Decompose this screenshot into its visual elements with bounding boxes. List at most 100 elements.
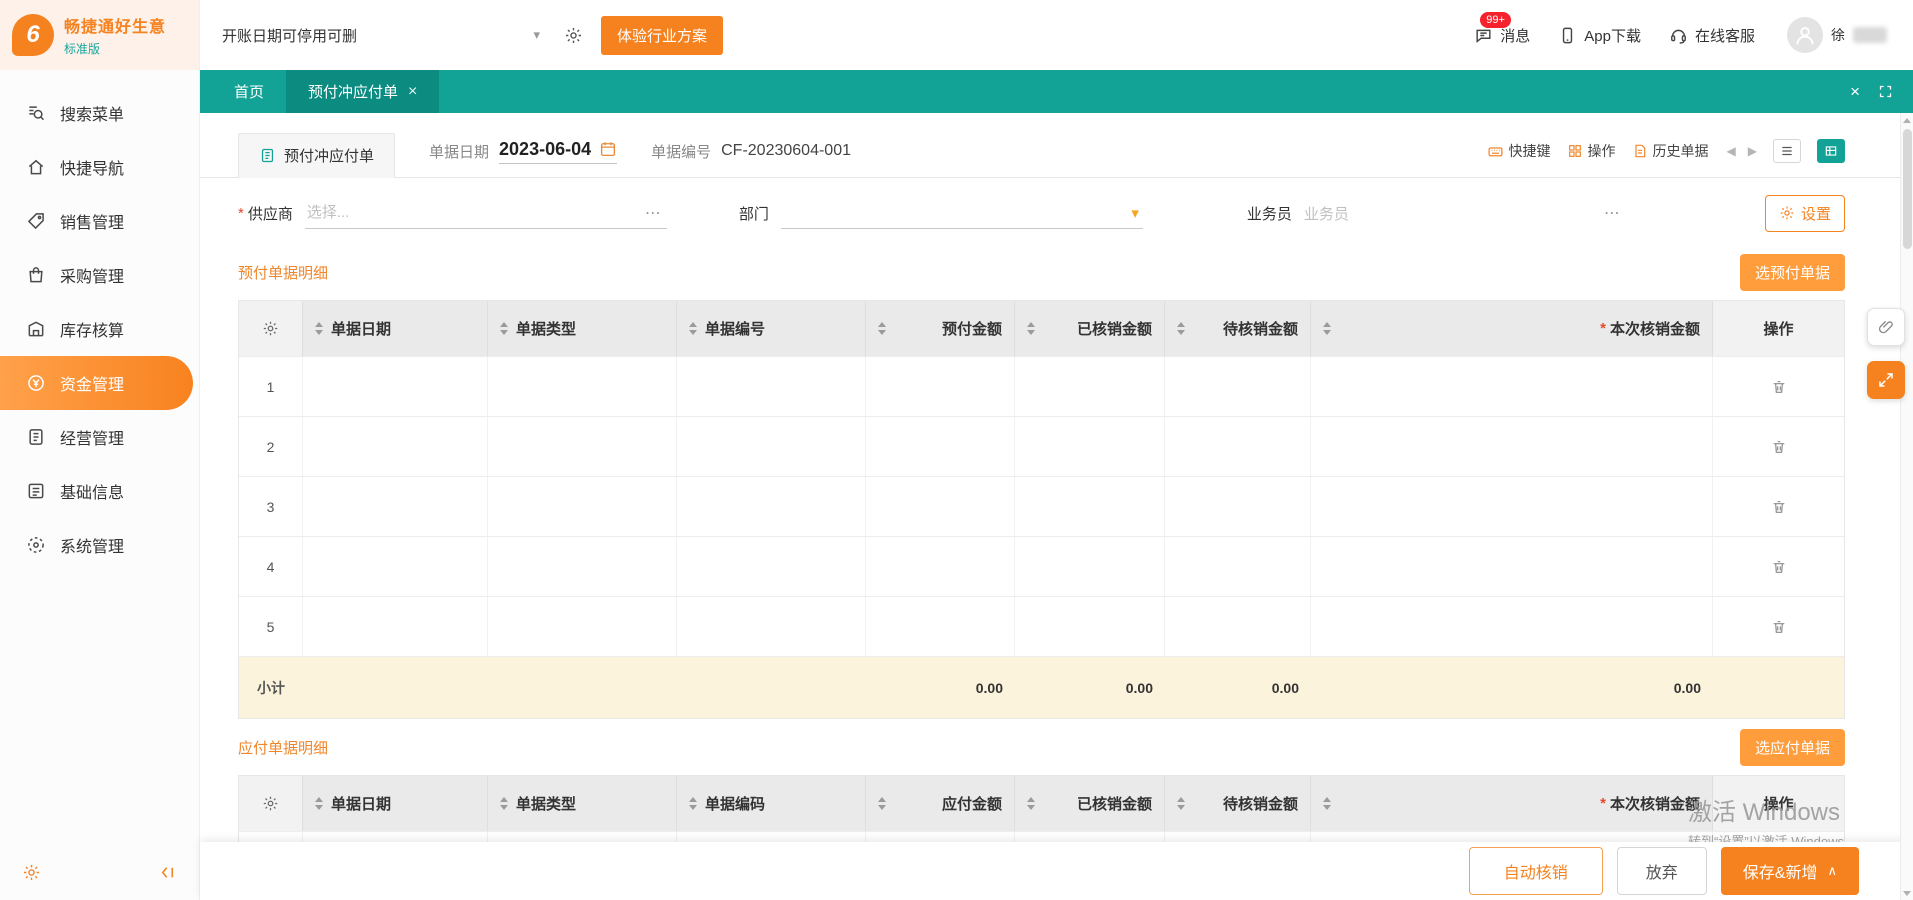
delete-row-button[interactable] xyxy=(1771,379,1787,395)
select-prepay-docs-button[interactable]: 选预付单据 xyxy=(1739,254,1845,291)
messages-button[interactable]: 99+ 消息 xyxy=(1474,11,1530,46)
sort-icon[interactable] xyxy=(500,322,508,335)
list-view-button[interactable] xyxy=(1773,139,1801,163)
sidebar-item-operations[interactable]: 经营管理 xyxy=(0,410,199,464)
cell-current[interactable] xyxy=(1311,832,1713,842)
supplier-input[interactable] xyxy=(304,197,641,228)
cell-current[interactable] xyxy=(1311,477,1713,536)
delete-row-button[interactable] xyxy=(1771,439,1787,455)
chevron-down-icon[interactable]: ▾ xyxy=(1127,204,1143,222)
doc-date-picker[interactable]: 2023-06-04 xyxy=(499,139,618,164)
sidebar-item-purchase[interactable]: 采购管理 xyxy=(0,248,199,302)
cell-type[interactable] xyxy=(488,832,677,842)
cell-pending[interactable] xyxy=(1165,417,1311,476)
cell-written[interactable] xyxy=(1015,597,1165,656)
sort-icon[interactable] xyxy=(315,797,323,810)
cell-no[interactable] xyxy=(677,597,866,656)
delete-row-button[interactable] xyxy=(1771,499,1787,515)
cell-written[interactable] xyxy=(1015,477,1165,536)
discard-button[interactable]: 放弃 xyxy=(1616,847,1707,895)
sidebar-item-quick-nav[interactable]: 快捷导航 xyxy=(0,140,199,194)
sort-icon[interactable] xyxy=(1177,797,1185,810)
scrollbar-thumb[interactable] xyxy=(1902,129,1912,249)
cell-date[interactable] xyxy=(303,477,488,536)
cell-type[interactable] xyxy=(488,477,677,536)
gear-icon[interactable] xyxy=(22,863,41,882)
cell-pending[interactable] xyxy=(1165,477,1311,536)
cell-current[interactable] xyxy=(1311,597,1713,656)
column-settings-button[interactable] xyxy=(239,301,303,356)
cell-amount[interactable] xyxy=(866,357,1015,416)
history-docs-button[interactable]: 历史单据 xyxy=(1632,141,1709,161)
cell-current[interactable] xyxy=(1311,537,1713,596)
delete-row-button[interactable] xyxy=(1771,559,1787,575)
sidebar-item-system[interactable]: 系统管理 xyxy=(0,518,199,572)
close-icon[interactable]: × xyxy=(1850,83,1860,100)
tab-prepay-writeoff[interactable]: 预付冲应付单 × xyxy=(286,70,440,113)
sidebar-item-sales[interactable]: 销售管理 xyxy=(0,194,199,248)
cell-no[interactable] xyxy=(677,417,866,476)
cell-current[interactable] xyxy=(1311,357,1713,416)
cell-pending[interactable] xyxy=(1165,832,1311,842)
cell-no[interactable] xyxy=(677,832,866,842)
cell-current[interactable] xyxy=(1311,417,1713,476)
prev-doc-icon[interactable]: ◀ xyxy=(1727,144,1736,158)
cell-type[interactable] xyxy=(488,357,677,416)
sort-icon[interactable] xyxy=(878,322,886,335)
online-service-button[interactable]: 在线客服 xyxy=(1669,25,1755,46)
scroll-down-icon[interactable] xyxy=(1901,886,1913,900)
cell-type[interactable] xyxy=(488,537,677,596)
cell-date[interactable] xyxy=(303,417,488,476)
cell-date[interactable] xyxy=(303,357,488,416)
cell-date[interactable] xyxy=(303,537,488,596)
fullscreen-icon[interactable] xyxy=(1878,84,1893,99)
ellipsis-icon[interactable]: ⋯ xyxy=(641,203,667,223)
cell-amount[interactable] xyxy=(866,477,1015,536)
department-input[interactable] xyxy=(780,197,1128,228)
scroll-up-icon[interactable] xyxy=(1901,113,1913,127)
tab-home[interactable]: 首页 xyxy=(212,70,286,113)
account-set-select[interactable]: 开账日期可停用可删 ▾ xyxy=(216,17,546,54)
attachment-button[interactable] xyxy=(1867,308,1905,346)
sort-icon[interactable] xyxy=(1323,322,1331,335)
collapse-sidebar-icon[interactable] xyxy=(158,863,177,882)
delete-row-button[interactable] xyxy=(1771,619,1787,635)
cell-type[interactable] xyxy=(488,597,677,656)
cell-written[interactable] xyxy=(1015,832,1165,842)
auto-writeoff-button[interactable]: 自动核销 xyxy=(1468,847,1603,895)
cell-no[interactable] xyxy=(677,357,866,416)
settings-button[interactable]: 设置 xyxy=(1764,194,1845,232)
operations-button[interactable]: 操作 xyxy=(1567,141,1616,161)
sort-icon[interactable] xyxy=(1177,322,1185,335)
next-doc-icon[interactable]: ▶ xyxy=(1748,144,1757,158)
sidebar-item-funds[interactable]: 资金管理 xyxy=(0,356,193,410)
app-download-button[interactable]: App下载 xyxy=(1558,25,1641,46)
cell-written[interactable] xyxy=(1015,417,1165,476)
sort-icon[interactable] xyxy=(1027,797,1035,810)
cell-pending[interactable] xyxy=(1165,597,1311,656)
shortcut-keys-button[interactable]: 快捷键 xyxy=(1487,141,1551,161)
sort-icon[interactable] xyxy=(1027,322,1035,335)
clerk-input[interactable]: 业务员 ⋯ xyxy=(1304,203,1626,224)
cell-no[interactable] xyxy=(677,477,866,536)
cell-type[interactable] xyxy=(488,417,677,476)
cell-pending[interactable] xyxy=(1165,537,1311,596)
calendar-icon[interactable] xyxy=(599,140,617,158)
sidebar-item-inventory[interactable]: 库存核算 xyxy=(0,302,199,356)
cell-amount[interactable] xyxy=(866,417,1015,476)
cell-amount[interactable] xyxy=(866,537,1015,596)
user-menu[interactable]: 徐 xyxy=(1787,17,1887,53)
cell-no[interactable] xyxy=(677,537,866,596)
expand-panel-button[interactable] xyxy=(1867,361,1905,399)
cell-amount[interactable] xyxy=(866,832,1015,842)
sort-icon[interactable] xyxy=(1323,797,1331,810)
close-icon[interactable]: × xyxy=(408,83,417,101)
sort-icon[interactable] xyxy=(689,797,697,810)
doc-title-tab[interactable]: 预付冲应付单 xyxy=(238,132,396,178)
ellipsis-icon[interactable]: ⋯ xyxy=(1600,203,1626,223)
sort-icon[interactable] xyxy=(500,797,508,810)
cell-date[interactable] xyxy=(303,597,488,656)
cell-written[interactable] xyxy=(1015,357,1165,416)
column-settings-button[interactable] xyxy=(239,776,303,831)
grid-view-button[interactable] xyxy=(1817,139,1845,163)
